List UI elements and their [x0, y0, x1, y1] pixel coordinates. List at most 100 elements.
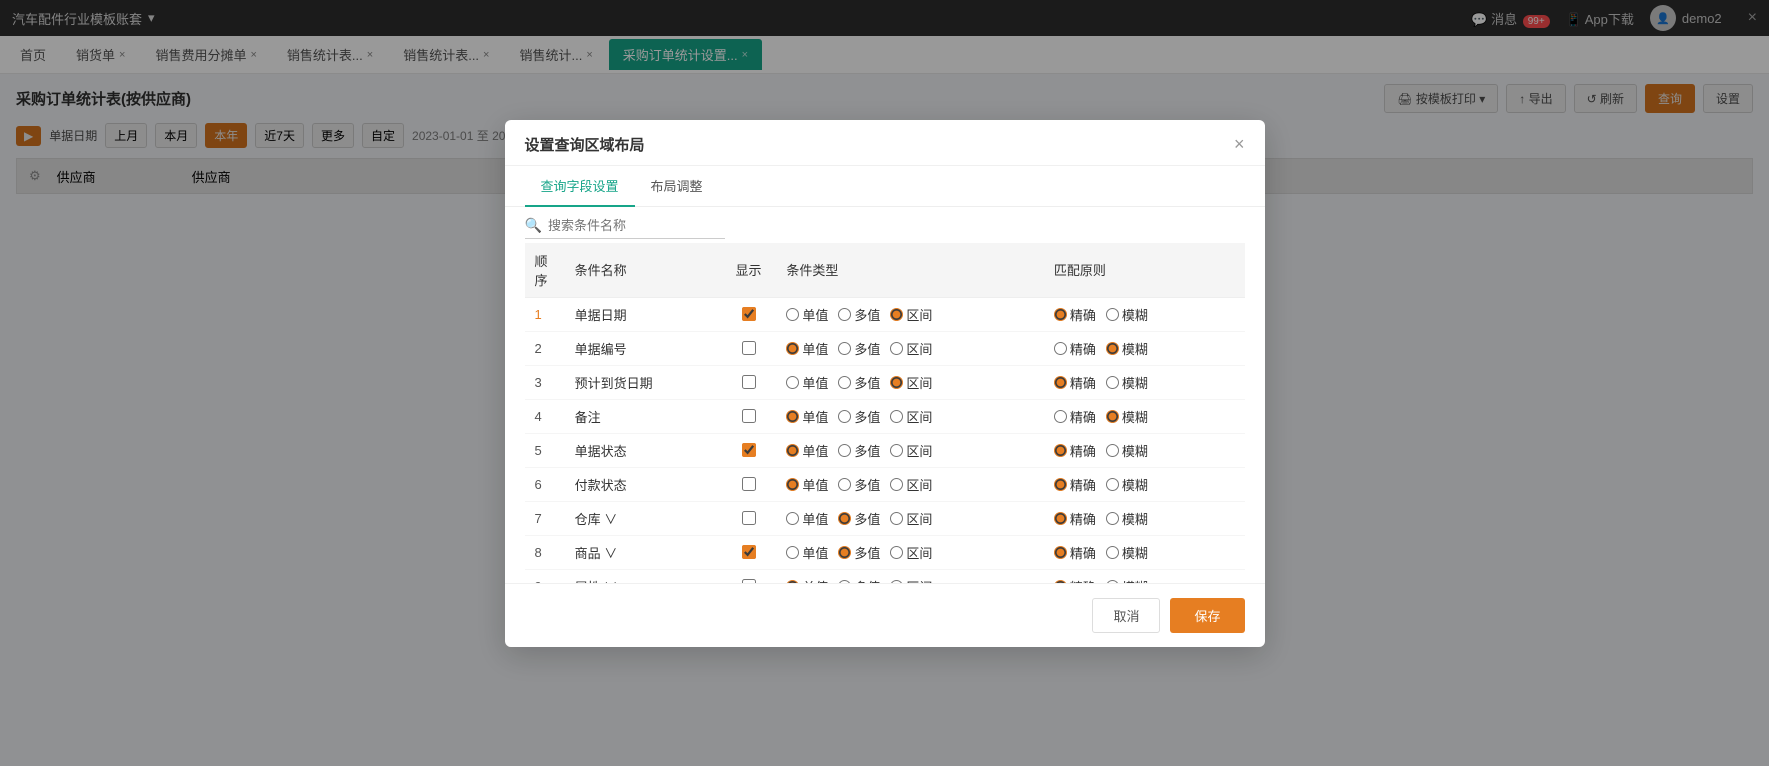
match-radio-input-模糊-7[interactable]: [1106, 512, 1119, 525]
type-radio-单值-6[interactable]: 单值: [786, 475, 828, 494]
type-radio-input-区间-3[interactable]: [890, 376, 903, 389]
row-display-4[interactable]: [721, 399, 777, 433]
display-checkbox-1[interactable]: [742, 307, 756, 321]
type-radio-多值-2[interactable]: 多值: [838, 339, 880, 358]
type-radio-input-单值-2[interactable]: [786, 342, 799, 355]
type-radio-单值-2[interactable]: 单值: [786, 339, 828, 358]
save-button[interactable]: 保存: [1170, 598, 1244, 633]
type-radio-input-多值-3[interactable]: [838, 376, 851, 389]
type-radio-多值-1[interactable]: 多值: [838, 305, 880, 324]
type-radio-多值-5[interactable]: 多值: [838, 441, 880, 460]
row-display-6[interactable]: [721, 467, 777, 501]
match-radio-input-精确-7[interactable]: [1054, 512, 1067, 525]
row-display-3[interactable]: [721, 365, 777, 399]
display-checkbox-2[interactable]: [742, 341, 756, 355]
type-radio-input-多值-5[interactable]: [838, 444, 851, 457]
match-radio-模糊-5[interactable]: 模糊: [1106, 441, 1148, 460]
type-radio-区间-6[interactable]: 区间: [890, 475, 932, 494]
search-input[interactable]: [548, 218, 708, 233]
type-radio-input-区间-2[interactable]: [890, 342, 903, 355]
display-checkbox-5[interactable]: [742, 443, 756, 457]
type-radio-input-多值-4[interactable]: [838, 410, 851, 423]
type-radio-input-单值-1[interactable]: [786, 308, 799, 321]
match-radio-input-模糊-5[interactable]: [1106, 444, 1119, 457]
match-radio-input-模糊-1[interactable]: [1106, 308, 1119, 321]
type-radio-多值-6[interactable]: 多值: [838, 475, 880, 494]
cancel-button[interactable]: 取消: [1092, 598, 1160, 633]
type-radio-input-多值-7[interactable]: [838, 512, 851, 525]
match-radio-模糊-7[interactable]: 模糊: [1106, 509, 1148, 528]
type-radio-input-区间-7[interactable]: [890, 512, 903, 525]
match-radio-精确-7[interactable]: 精确: [1054, 509, 1096, 528]
dialog-tab-query-fields[interactable]: 查询字段设置: [525, 166, 635, 207]
type-radio-input-区间-5[interactable]: [890, 444, 903, 457]
match-radio-精确-3[interactable]: 精确: [1054, 373, 1096, 392]
type-radio-input-区间-6[interactable]: [890, 478, 903, 491]
match-radio-模糊-8[interactable]: 模糊: [1106, 543, 1148, 562]
display-checkbox-3[interactable]: [742, 375, 756, 389]
type-radio-单值-5[interactable]: 单值: [786, 441, 828, 460]
display-checkbox-8[interactable]: [742, 545, 756, 559]
type-radio-input-单值-7[interactable]: [786, 512, 799, 525]
type-radio-input-单值-6[interactable]: [786, 478, 799, 491]
display-checkbox-4[interactable]: [742, 409, 756, 423]
match-radio-精确-6[interactable]: 精确: [1054, 475, 1096, 494]
match-radio-模糊-6[interactable]: 模糊: [1106, 475, 1148, 494]
type-radio-input-单值-5[interactable]: [786, 444, 799, 457]
type-radio-区间-7[interactable]: 区间: [890, 509, 932, 528]
dialog-tab-layout[interactable]: 布局调整: [635, 166, 719, 207]
type-radio-区间-2[interactable]: 区间: [890, 339, 932, 358]
type-radio-input-多值-2[interactable]: [838, 342, 851, 355]
row-display-7[interactable]: [721, 501, 777, 535]
type-radio-多值-4[interactable]: 多值: [838, 407, 880, 426]
match-radio-精确-2[interactable]: 精确: [1054, 339, 1096, 358]
type-radio-单值-7[interactable]: 单值: [786, 509, 828, 528]
type-radio-多值-3[interactable]: 多值: [838, 373, 880, 392]
type-radio-区间-5[interactable]: 区间: [890, 441, 932, 460]
match-radio-input-模糊-2[interactable]: [1106, 342, 1119, 355]
row-display-1[interactable]: [721, 297, 777, 331]
match-radio-input-精确-4[interactable]: [1054, 410, 1067, 423]
type-radio-单值-8[interactable]: 单值: [786, 543, 828, 562]
match-radio-模糊-3[interactable]: 模糊: [1106, 373, 1148, 392]
type-radio-input-区间-8[interactable]: [890, 546, 903, 559]
type-radio-单值-4[interactable]: 单值: [786, 407, 828, 426]
match-radio-input-精确-6[interactable]: [1054, 478, 1067, 491]
type-radio-input-多值-6[interactable]: [838, 478, 851, 491]
match-radio-input-模糊-4[interactable]: [1106, 410, 1119, 423]
type-radio-input-区间-1[interactable]: [890, 308, 903, 321]
type-radio-input-单值-4[interactable]: [786, 410, 799, 423]
type-radio-单值-3[interactable]: 单值: [786, 373, 828, 392]
match-radio-模糊-2[interactable]: 模糊: [1106, 339, 1148, 358]
match-radio-精确-8[interactable]: 精确: [1054, 543, 1096, 562]
type-radio-input-区间-4[interactable]: [890, 410, 903, 423]
match-radio-input-模糊-3[interactable]: [1106, 376, 1119, 389]
match-radio-模糊-1[interactable]: 模糊: [1106, 305, 1148, 324]
match-radio-input-模糊-8[interactable]: [1106, 546, 1119, 559]
type-radio-区间-4[interactable]: 区间: [890, 407, 932, 426]
type-radio-input-单值-8[interactable]: [786, 546, 799, 559]
type-radio-input-多值-8[interactable]: [838, 546, 851, 559]
match-radio-input-精确-3[interactable]: [1054, 376, 1067, 389]
match-radio-input-精确-1[interactable]: [1054, 308, 1067, 321]
type-radio-区间-8[interactable]: 区间: [890, 543, 932, 562]
row-display-2[interactable]: [721, 331, 777, 365]
match-radio-input-模糊-6[interactable]: [1106, 478, 1119, 491]
display-checkbox-6[interactable]: [742, 477, 756, 491]
row-display-9[interactable]: [721, 569, 777, 583]
match-radio-input-精确-2[interactable]: [1054, 342, 1067, 355]
row-display-8[interactable]: [721, 535, 777, 569]
match-radio-精确-5[interactable]: 精确: [1054, 441, 1096, 460]
display-checkbox-7[interactable]: [742, 511, 756, 525]
match-radio-精确-4[interactable]: 精确: [1054, 407, 1096, 426]
type-radio-input-单值-3[interactable]: [786, 376, 799, 389]
row-display-5[interactable]: [721, 433, 777, 467]
type-radio-单值-1[interactable]: 单值: [786, 305, 828, 324]
type-radio-区间-3[interactable]: 区间: [890, 373, 932, 392]
match-radio-模糊-4[interactable]: 模糊: [1106, 407, 1148, 426]
match-radio-input-精确-5[interactable]: [1054, 444, 1067, 457]
type-radio-多值-7[interactable]: 多值: [838, 509, 880, 528]
type-radio-多值-8[interactable]: 多值: [838, 543, 880, 562]
type-radio-区间-1[interactable]: 区间: [890, 305, 932, 324]
dialog-close-button[interactable]: ×: [1234, 135, 1245, 153]
